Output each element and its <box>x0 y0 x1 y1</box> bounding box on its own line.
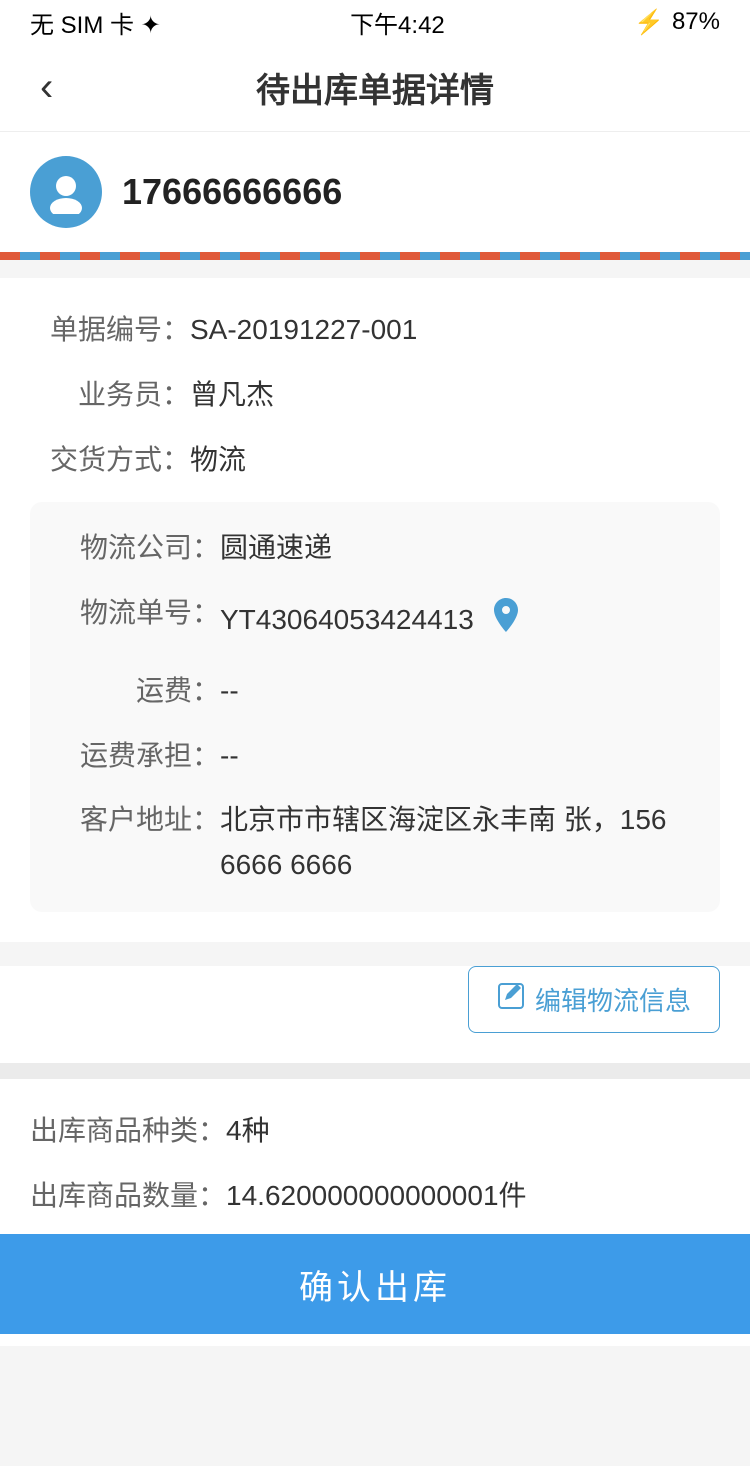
sim-status: 无 SIM 卡 ✦ <box>30 5 161 40</box>
decorative-divider <box>0 252 750 260</box>
document-number-label: 单据编号： <box>30 308 190 353</box>
nav-bar: ‹ 待出库单据详情 <box>0 44 750 132</box>
user-section: 17666666666 <box>0 132 750 252</box>
logistics-box: 物流公司： 圆通速递 物流单号： YT43064053424413 运费： --… <box>30 502 720 912</box>
status-right: ⚡ 87% <box>634 8 720 37</box>
section-divider <box>0 1063 750 1079</box>
freight-bear-row: 运费承担： -- <box>60 734 690 779</box>
delivery-label: 交货方式： <box>30 438 190 483</box>
edit-logistics-button[interactable]: 编辑物流信息 <box>468 966 720 1033</box>
logistics-company-value: 圆通速递 <box>220 526 690 571</box>
salesman-label: 业务员： <box>30 373 190 418</box>
product-quantity-label: 出库商品数量： <box>30 1174 226 1219</box>
salesman-value: 曾凡杰 <box>190 373 720 418</box>
status-bar: 无 SIM 卡 ✦ 下午4:42 ⚡ 87% <box>0 0 750 44</box>
person-icon <box>44 170 88 214</box>
basic-info-section: 单据编号： SA-20191227-001 业务员： 曾凡杰 交货方式： 物流 … <box>0 278 750 942</box>
confirm-outbound-button[interactable]: 确认出库 <box>299 1260 451 1309</box>
product-quantity-value: 14.620000000000001件 <box>226 1174 720 1219</box>
edit-icon <box>497 982 525 1017</box>
product-type-label: 出库商品种类： <box>30 1109 226 1154</box>
logistics-company-label: 物流公司： <box>60 526 220 571</box>
document-number-value: SA-20191227-001 <box>190 308 720 353</box>
tracking-number-row: 物流单号： YT43064053424413 <box>60 591 690 649</box>
edit-logistics-label: 编辑物流信息 <box>535 981 691 1018</box>
avatar <box>30 156 102 228</box>
delivery-value: 物流 <box>190 438 720 483</box>
product-type-row: 出库商品种类： 4种 <box>30 1109 720 1154</box>
freight-bear-label: 运费承担： <box>60 734 220 779</box>
back-button[interactable]: ‹ <box>30 55 63 120</box>
page-title: 待出库单据详情 <box>256 63 494 112</box>
document-number-row: 单据编号： SA-20191227-001 <box>30 308 720 353</box>
freight-value: -- <box>220 669 690 714</box>
status-left: 无 SIM 卡 ✦ <box>30 5 161 40</box>
bottom-bar: 确认出库 <box>0 1234 750 1334</box>
freight-label: 运费： <box>60 669 220 714</box>
battery-level: 87% <box>672 8 720 36</box>
delivery-row: 交货方式： 物流 <box>30 438 720 483</box>
salesman-row: 业务员： 曾凡杰 <box>30 373 720 418</box>
tracking-number-value: YT43064053424413 <box>220 591 690 649</box>
freight-bear-value: -- <box>220 734 690 779</box>
location-icon[interactable] <box>490 591 522 649</box>
bottom-spacer <box>0 1346 750 1466</box>
product-quantity-row: 出库商品数量： 14.620000000000001件 <box>30 1174 720 1219</box>
freight-row: 运费： -- <box>60 669 690 714</box>
user-phone: 17666666666 <box>122 171 342 213</box>
edit-logistics-row: 编辑物流信息 <box>0 966 750 1063</box>
status-time: 下午4:42 <box>350 5 445 40</box>
address-value: 北京市市辖区海淀区永丰南 张，156 6666 6666 <box>220 798 690 888</box>
outbound-section: 出库商品种类： 4种 出库商品数量： 14.620000000000001件 <box>0 1079 750 1249</box>
logistics-company-row: 物流公司： 圆通速递 <box>60 526 690 571</box>
address-row: 客户地址： 北京市市辖区海淀区永丰南 张，156 6666 6666 <box>60 798 690 888</box>
tracking-number-label: 物流单号： <box>60 591 220 636</box>
address-label: 客户地址： <box>60 798 220 843</box>
battery-icon: ⚡ <box>634 8 664 37</box>
product-type-value: 4种 <box>226 1109 720 1154</box>
